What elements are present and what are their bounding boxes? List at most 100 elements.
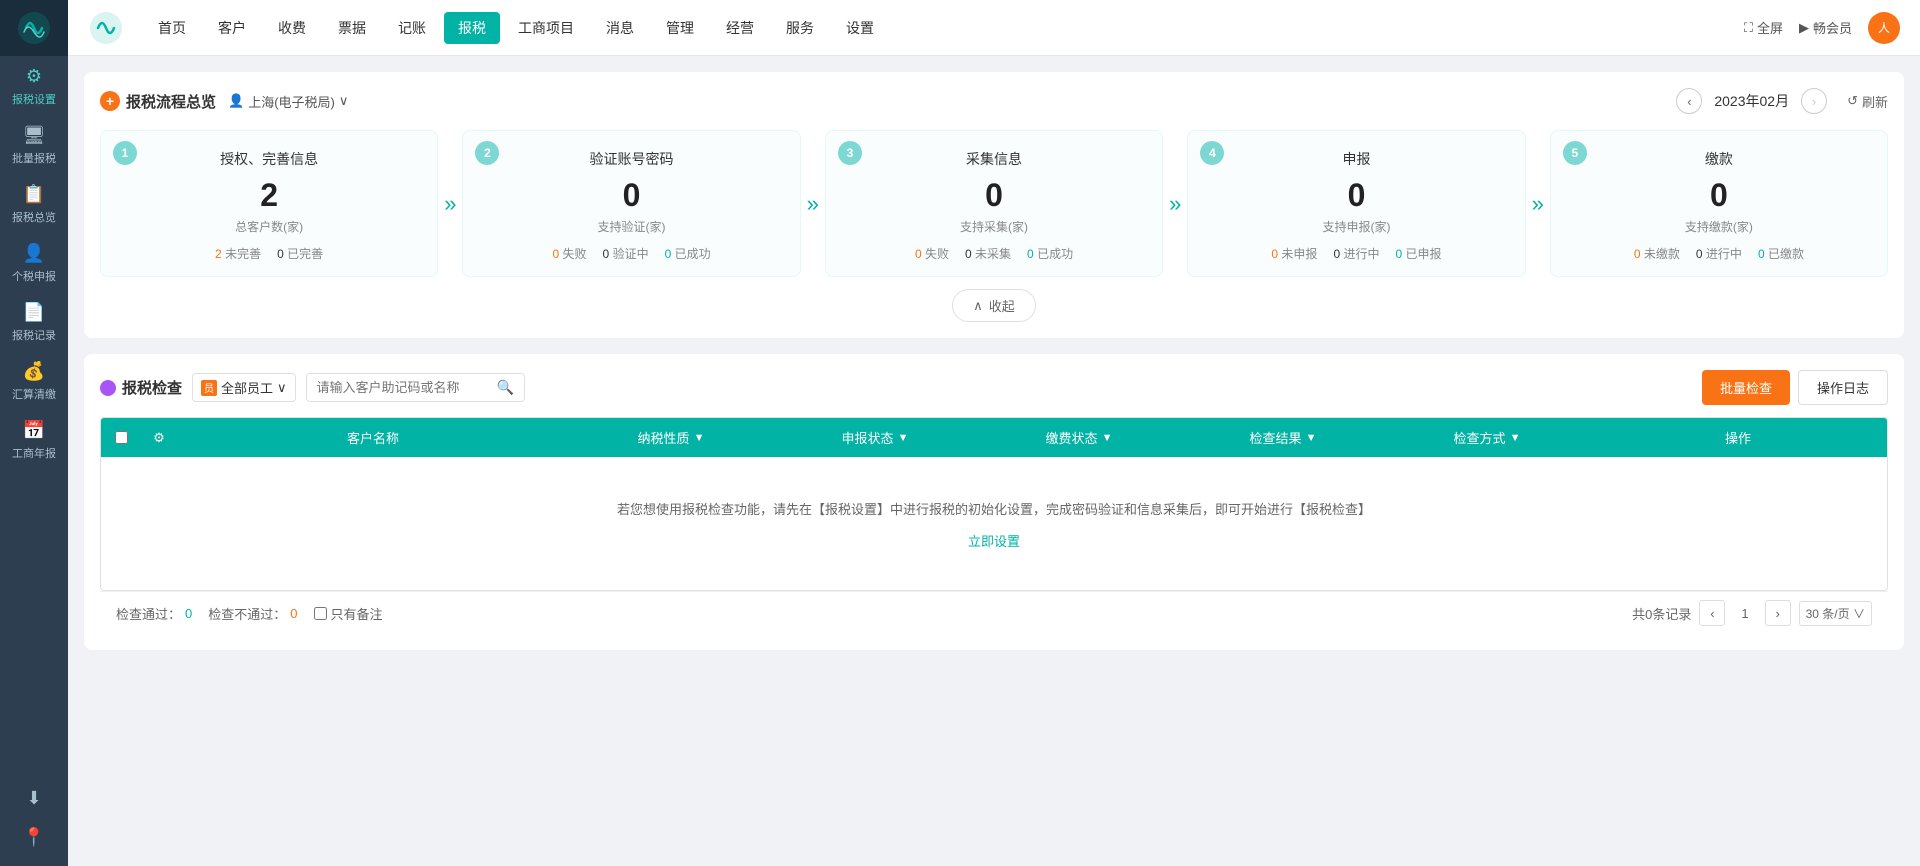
nav-settings[interactable]: 设置	[832, 12, 888, 44]
check-table: ⚙ 客户名称 纳税性质 ▼ 申报状态 ▼ 缴费状态 ▼	[100, 417, 1888, 591]
sidebar-item-tax-record[interactable]: 📄 报税记录	[0, 292, 68, 351]
sidebar-item-tax-settings[interactable]: ⚙ 报税设置	[0, 56, 68, 115]
th-gear[interactable]: ⚙	[141, 420, 177, 456]
sidebar-item-location[interactable]: 📍	[0, 817, 68, 856]
next-page-button[interactable]: ›	[1765, 600, 1791, 626]
step-3-num: 3	[838, 141, 862, 165]
step-4-title: 申报	[1204, 149, 1508, 169]
steps-row: 1 授权、完善信息 2 总客户数(家) 2 未完善 0 已完善	[100, 130, 1888, 277]
arrow-4: »	[1526, 191, 1550, 217]
employee-select[interactable]: 员 全部员工 ∨	[192, 373, 296, 402]
note-stat: 只有备注	[314, 604, 383, 623]
check-circle-icon	[100, 380, 116, 396]
step-4-stats: 0 未申报 0 进行中 0 已申报	[1204, 245, 1508, 262]
overview-header: + 报税流程总览 👤 上海(电子税局) ∨ ‹ 2023年02月 › ↺ 刷新	[100, 88, 1888, 114]
nav-invoices[interactable]: 票据	[324, 12, 380, 44]
nav-messages[interactable]: 消息	[592, 12, 648, 44]
step-3-count: 0	[842, 177, 1146, 214]
prev-month-button[interactable]: ‹	[1676, 88, 1702, 114]
collapse-button[interactable]: ∧ 收起	[952, 289, 1036, 322]
personal-report-icon: 👤	[23, 243, 45, 264]
nav-clients[interactable]: 客户	[204, 12, 260, 44]
filter-icon-1[interactable]: ▼	[694, 432, 705, 444]
download-icon: ⬇	[26, 788, 41, 809]
nav-management[interactable]: 管理	[652, 12, 708, 44]
step-5-stat-0: 0 未缴款	[1634, 245, 1680, 262]
step-1-card: 1 授权、完善信息 2 总客户数(家) 2 未完善 0 已完善	[100, 130, 438, 277]
sidebar-item-batch-tax[interactable]: 🖥 批量报税	[0, 115, 68, 174]
sidebar-item-download[interactable]: ⬇	[0, 778, 68, 817]
step-4-stat-2: 0 已申报	[1395, 245, 1441, 262]
pass-value[interactable]: 0	[185, 606, 192, 621]
note-checkbox[interactable]	[314, 607, 327, 620]
step-5-stats: 0 未缴款 0 进行中 0 已缴款	[1567, 245, 1871, 262]
per-page-select[interactable]: 30 条/页 ∨	[1799, 601, 1872, 626]
nav-tax[interactable]: 报税	[444, 12, 500, 44]
step-1-count: 2	[117, 177, 421, 214]
check-header: 报税检查 员 全部员工 ∨ 🔍 批量检查 操作日志	[100, 370, 1888, 405]
th-checkbox[interactable]	[101, 421, 141, 454]
search-input[interactable]	[307, 375, 487, 400]
arrow-3: »	[1163, 191, 1187, 217]
step-2-stat-2: 0 已成功	[665, 245, 711, 262]
th-check-result: 检查结果 ▼	[1181, 418, 1385, 457]
step-3-stats: 0 失败 0 未采集 0 已成功	[842, 245, 1146, 262]
nav-business[interactable]: 工商项目	[504, 12, 588, 44]
refresh-button[interactable]: ↺ 刷新	[1847, 92, 1888, 111]
per-page-chevron-icon: ∨	[1853, 607, 1865, 621]
overview-title: + 报税流程总览	[100, 91, 216, 112]
nav-operations[interactable]: 经营	[712, 12, 768, 44]
tax-overview-icon: 📋	[23, 184, 45, 205]
nav-fees[interactable]: 收费	[264, 12, 320, 44]
content: + 报税流程总览 👤 上海(电子税局) ∨ ‹ 2023年02月 › ↺ 刷新	[68, 56, 1920, 866]
step-5-stat-1: 0 进行中	[1696, 245, 1742, 262]
location-tag[interactable]: 👤 上海(电子税局) ∨	[228, 92, 348, 111]
sidebar-item-tax-overview[interactable]: 📋 报税总览	[0, 174, 68, 233]
th-pay-status: 缴费状态 ▼	[977, 418, 1181, 457]
user-avatar[interactable]: 人	[1868, 12, 1900, 44]
footer-stats: 检查通过： 0 检查不通过： 0 只有备注	[116, 604, 383, 623]
sidebar-item-settlement[interactable]: 💰 汇算清缴	[0, 351, 68, 410]
table-body-scroll: 若您想使用报税检查功能，请先在【报税设置】中进行报税的初始化设置，完成密码验证和…	[101, 457, 1887, 590]
fullscreen-button[interactable]: ⛶ 全屏	[1744, 18, 1783, 37]
prev-page-button[interactable]: ‹	[1699, 600, 1725, 626]
step-5-stat-2: 0 已缴款	[1758, 245, 1804, 262]
fail-value[interactable]: 0	[290, 606, 297, 621]
filter-icon-2[interactable]: ▼	[898, 432, 909, 444]
step-5-card: 5 缴款 0 支持缴款(家) 0 未缴款 0 进行中	[1550, 130, 1888, 277]
month-display: 2023年02月	[1714, 91, 1789, 111]
fullscreen-icon: ⛶	[1744, 20, 1753, 36]
topnav-logo	[88, 10, 124, 46]
sidebar-item-personal-report[interactable]: 👤 个税申报	[0, 233, 68, 292]
nav-services[interactable]: 服务	[772, 12, 828, 44]
next-month-button[interactable]: ›	[1801, 88, 1827, 114]
step-1-stats: 2 未完善 0 已完善	[117, 245, 421, 262]
step-4-stat-0: 0 未申报	[1271, 245, 1317, 262]
filter-icon-4[interactable]: ▼	[1306, 432, 1317, 444]
check-header-right: 批量检查 操作日志	[1702, 370, 1888, 405]
nav-accounting[interactable]: 记账	[384, 12, 440, 44]
empty-message: 若您想使用报税检查功能，请先在【报税设置】中进行报税的初始化设置，完成密码验证和…	[617, 497, 1371, 523]
footer-right: 共0条记录 ‹ 1 › 30 条/页 ∨	[1632, 600, 1872, 626]
operation-log-button[interactable]: 操作日志	[1798, 370, 1888, 405]
filter-icon-3[interactable]: ▼	[1102, 432, 1113, 444]
vip-button[interactable]: ▶ 畅会员	[1799, 18, 1852, 37]
search-button[interactable]: 🔍	[487, 374, 524, 401]
step-5-title: 缴款	[1567, 149, 1871, 169]
employee-icon: 员	[201, 380, 217, 396]
select-all-checkbox[interactable]	[115, 431, 128, 444]
sidebar-item-annual-report[interactable]: 📅 工商年报	[0, 410, 68, 469]
step-2-sub: 支持验证(家)	[479, 218, 783, 235]
collapse-row: ∧ 收起	[100, 289, 1888, 322]
sidebar: ⚙ 报税设置 🖥 批量报税 📋 报税总览 👤 个税申报 📄 报税记录 💰 汇算清…	[0, 0, 68, 866]
step-3-stat-0: 0 失败	[915, 245, 949, 262]
setup-link[interactable]: 立即设置	[968, 531, 1020, 550]
step-2-stat-1: 0 验证中	[603, 245, 649, 262]
step-1-stat-0: 2 未完善	[215, 245, 261, 262]
check-title: 报税检查	[100, 377, 182, 398]
nav-home[interactable]: 首页	[144, 12, 200, 44]
batch-check-button[interactable]: 批量检查	[1702, 370, 1790, 405]
filter-icon-5[interactable]: ▼	[1510, 432, 1521, 444]
tax-settings-icon: ⚙	[26, 66, 42, 87]
step-1-num: 1	[113, 141, 137, 165]
